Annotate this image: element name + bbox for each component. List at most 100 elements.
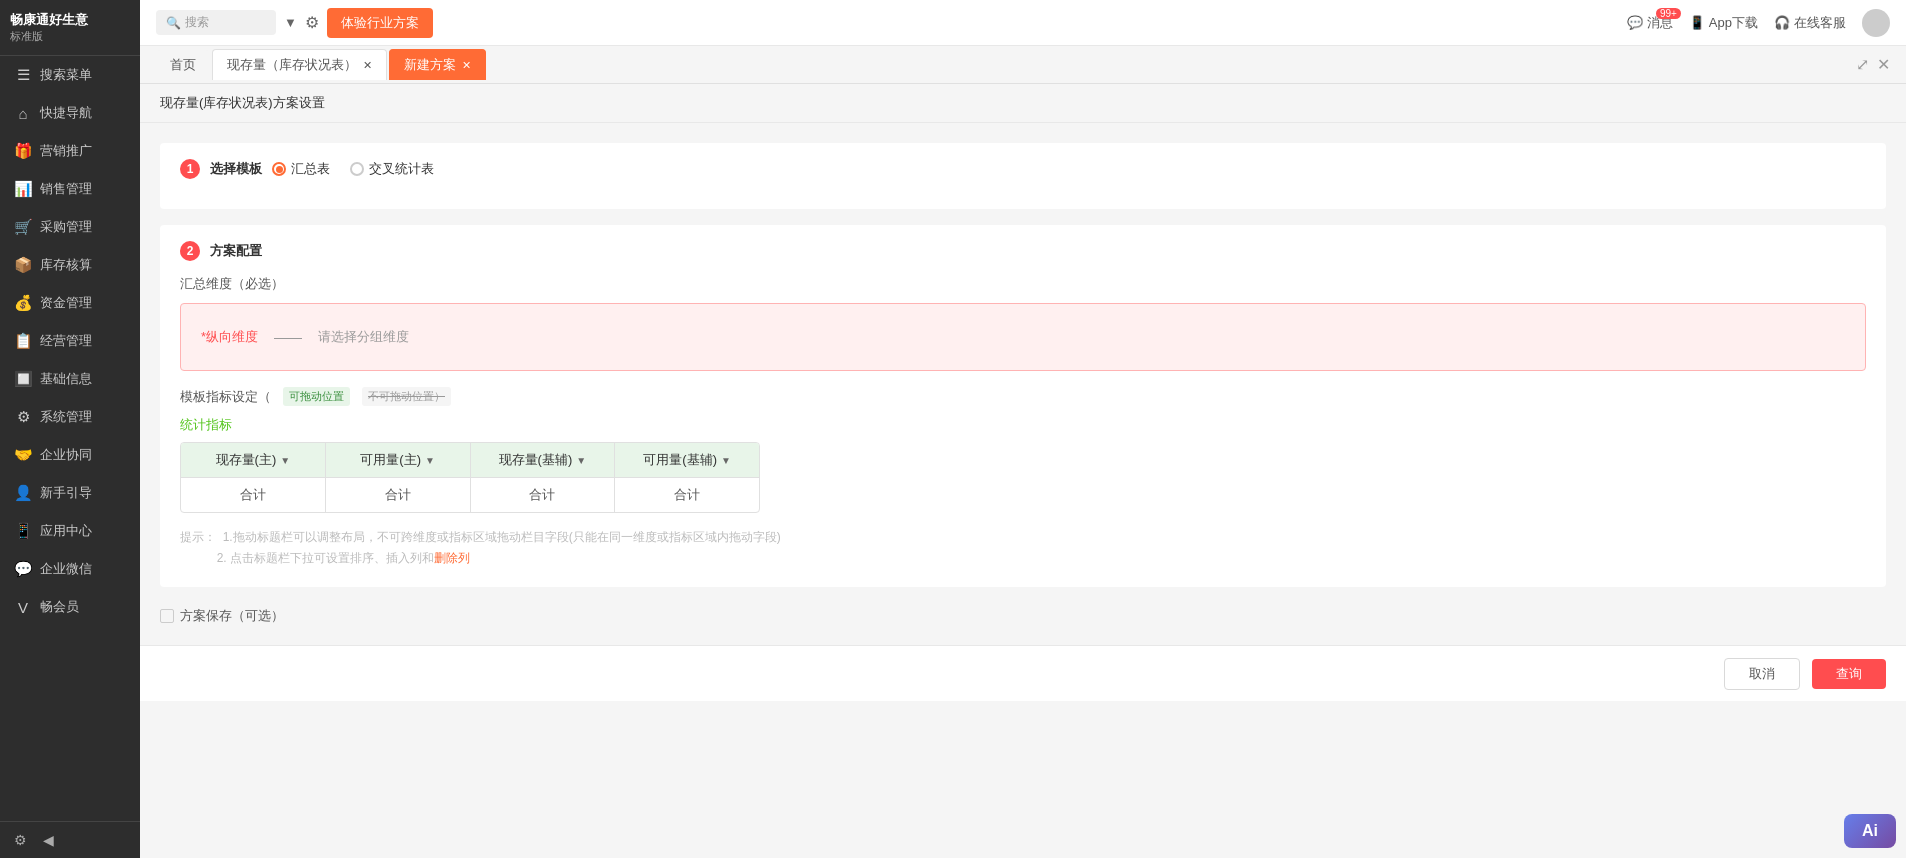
topbar-gear-icon[interactable]: ⚙: [305, 13, 319, 32]
sidebar-item-search-menu[interactable]: ☰ 搜索菜单: [0, 56, 140, 94]
sidebar-label-search-menu: 搜索菜单: [40, 66, 92, 84]
topbar-dropdown-icon[interactable]: ▼: [284, 15, 297, 30]
save-checkbox[interactable]: [160, 609, 174, 623]
tab-inventory-status[interactable]: 现存量（库存状况表） ✕: [212, 49, 387, 80]
sidebar-item-purchase-mgmt[interactable]: 🛒采购管理: [0, 208, 140, 246]
section2-title: 方案配置: [210, 242, 262, 260]
sidebar-label-enterprise-wechat: 企业微信: [40, 560, 92, 578]
sidebar-label-enterprise: 企业协同: [40, 446, 92, 464]
sidebar-item-finance[interactable]: 💰资金管理: [0, 284, 140, 322]
stats-col-4-label: 可用量(基辅): [643, 451, 717, 469]
sidebar-icon-search-menu: ☰: [14, 66, 32, 84]
topbar-left: 🔍 搜索 ▼ ⚙ 体验行业方案: [156, 8, 1617, 38]
sidebar-label-sales-mgmt: 销售管理: [40, 180, 92, 198]
sidebar-label-finance: 资金管理: [40, 294, 92, 312]
sidebar-item-inventory[interactable]: 📦 库存核算: [0, 246, 140, 284]
radio-cross[interactable]: 交叉统计表: [350, 160, 434, 178]
tab-inventory-close[interactable]: ✕: [363, 59, 372, 72]
user-avatar[interactable]: [1862, 9, 1890, 37]
stats-col-3-label: 现存量(基辅): [499, 451, 573, 469]
indicator-label: 模板指标设定（ 可拖动位置 不可拖动位置）: [180, 387, 1866, 406]
sidebar-item-basic-info[interactable]: 🔲基础信息: [0, 360, 140, 398]
radio-summary[interactable]: 汇总表: [272, 160, 330, 178]
sidebar-label-vip: 畅会员: [40, 598, 79, 616]
section2-number: 2: [180, 241, 200, 261]
tab-new-scheme[interactable]: 新建方案 ✕: [389, 49, 486, 80]
tab-bar-actions: ⤢ ✕: [1856, 55, 1890, 74]
cancel-button[interactable]: 取消: [1724, 658, 1800, 690]
tab-bar: 首页 现存量（库存状况表） ✕ 新建方案 ✕ ⤢ ✕: [140, 46, 1906, 84]
topbar-search[interactable]: 🔍 搜索: [156, 10, 276, 35]
sidebar-icon-enterprise-wechat: 💬: [14, 560, 32, 578]
expand-icon[interactable]: ⤢: [1856, 55, 1869, 74]
stats-col-2-label: 可用量(主): [360, 451, 421, 469]
stats-col-2[interactable]: 可用量(主) ▼: [326, 443, 471, 477]
sidebar-icon-purchase-mgmt: 🛒: [14, 218, 32, 236]
topbar-right: 💬 消息 99+ 📱 App下载 🎧 在线客服: [1627, 9, 1890, 37]
search-placeholder: 搜索: [185, 14, 209, 31]
sidebar-item-sales-mgmt[interactable]: 📊销售管理: [0, 170, 140, 208]
stats-col-4-dropdown[interactable]: ▼: [721, 455, 731, 466]
customer-service-icon: 🎧: [1774, 15, 1790, 30]
tag-draggable: 可拖动位置: [283, 387, 350, 406]
sidebar-icon-inventory: 📦: [14, 256, 32, 274]
sidebar-label-inventory: 库存核算: [40, 256, 92, 274]
stats-col-3[interactable]: 现存量(基辅) ▼: [471, 443, 616, 477]
sidebar-item-new-guide[interactable]: 👤新手引导: [0, 474, 140, 512]
sidebar-label-quick-nav: 快捷导航: [40, 104, 92, 122]
query-button[interactable]: 查询: [1812, 659, 1886, 689]
sidebar-item-quick-nav[interactable]: ⌂快捷导航: [0, 94, 140, 132]
tab-home[interactable]: 首页: [156, 50, 210, 80]
section-template: 1 选择模板 汇总表 交叉统计表: [160, 143, 1886, 209]
app-download-button[interactable]: 📱 App下载: [1689, 14, 1758, 32]
sidebar-item-enterprise[interactable]: 🤝企业协同: [0, 436, 140, 474]
sidebar-icon-marketing: 🎁: [14, 142, 32, 160]
sidebar-item-business-mgmt[interactable]: 📋经营管理: [0, 322, 140, 360]
stats-col-2-dropdown[interactable]: ▼: [425, 455, 435, 466]
tag-non-draggable: 不可拖动位置）: [362, 387, 451, 406]
tab-new-scheme-close[interactable]: ✕: [462, 59, 471, 72]
tip2: 2. 点击标题栏下拉可设置排序、插入列和删除列: [180, 550, 1866, 567]
customer-service-button[interactable]: 🎧 在线客服: [1774, 14, 1846, 32]
stats-col-3-dropdown[interactable]: ▼: [576, 455, 586, 466]
collapse-icon[interactable]: ◀: [43, 832, 54, 848]
sidebar-nav: ☰ 搜索菜单 ⌂快捷导航🎁营销推广📊销售管理🛒采购管理 📦 库存核算 💰资金管理📋经营管理…: [0, 56, 140, 821]
indicator-label-text: 模板指标设定（: [180, 388, 271, 406]
sidebar-label-basic-info: 基础信息: [40, 370, 92, 388]
logo-sub: 标准版: [10, 29, 130, 43]
sidebar-icon-app-center: 📱: [14, 522, 32, 540]
tab-home-label: 首页: [170, 56, 196, 74]
stats-cell-1-1: 合计: [181, 478, 326, 512]
ai-button[interactable]: Ai: [1844, 814, 1896, 848]
settings-icon[interactable]: ⚙: [14, 832, 27, 848]
sidebar-item-system-mgmt[interactable]: ⚙系统管理: [0, 398, 140, 436]
template-radio-group: 汇总表 交叉统计表: [272, 160, 434, 178]
tip-highlight: 删除列: [434, 551, 470, 565]
stats-table-row-1: 合计 合计 合计 合计: [181, 477, 759, 512]
sidebar-item-marketing[interactable]: 🎁营销推广: [0, 132, 140, 170]
topbar: 🔍 搜索 ▼ ⚙ 体验行业方案 💬 消息 99+ 📱 App下载 🎧 在线客服: [140, 0, 1906, 46]
dimension-box[interactable]: *纵向维度 —— 请选择分组维度: [180, 303, 1866, 371]
sidebar-item-vip[interactable]: V畅会员: [0, 588, 140, 626]
stats-cell-1-2: 合计: [326, 478, 471, 512]
save-label: 方案保存（可选）: [180, 607, 284, 625]
section1-header: 1 选择模板 汇总表 交叉统计表: [180, 159, 1866, 179]
sidebar-label-new-guide: 新手引导: [40, 484, 92, 502]
trial-button[interactable]: 体验行业方案: [327, 8, 433, 38]
sidebar-item-enterprise-wechat[interactable]: 💬 企业微信: [0, 550, 140, 588]
dimension-label: 汇总维度（必选）: [180, 275, 1866, 293]
message-badge: 99+: [1656, 8, 1681, 19]
message-button[interactable]: 💬 消息 99+: [1627, 14, 1673, 32]
stats-col-4[interactable]: 可用量(基辅) ▼: [615, 443, 759, 477]
sidebar-item-app-center[interactable]: 📱 应用中心: [0, 512, 140, 550]
tips-title: 提示： 1.拖动标题栏可以调整布局，不可跨维度或指标区域拖动栏目字段(只能在同一…: [180, 530, 781, 544]
tips-section: 提示： 1.拖动标题栏可以调整布局，不可跨维度或指标区域拖动栏目字段(只能在同一…: [180, 529, 1866, 567]
dimension-arrow: ——: [274, 329, 302, 345]
dimension-required: *纵向维度: [201, 328, 258, 346]
sidebar-label-app-center: 应用中心: [40, 522, 92, 540]
stats-col-1[interactable]: 现存量(主) ▼: [181, 443, 326, 477]
footer-bar: 取消 查询: [140, 645, 1906, 701]
minimize-icon[interactable]: ✕: [1877, 55, 1890, 74]
stats-col-1-dropdown[interactable]: ▼: [280, 455, 290, 466]
stats-cell-1-3: 合计: [471, 478, 616, 512]
